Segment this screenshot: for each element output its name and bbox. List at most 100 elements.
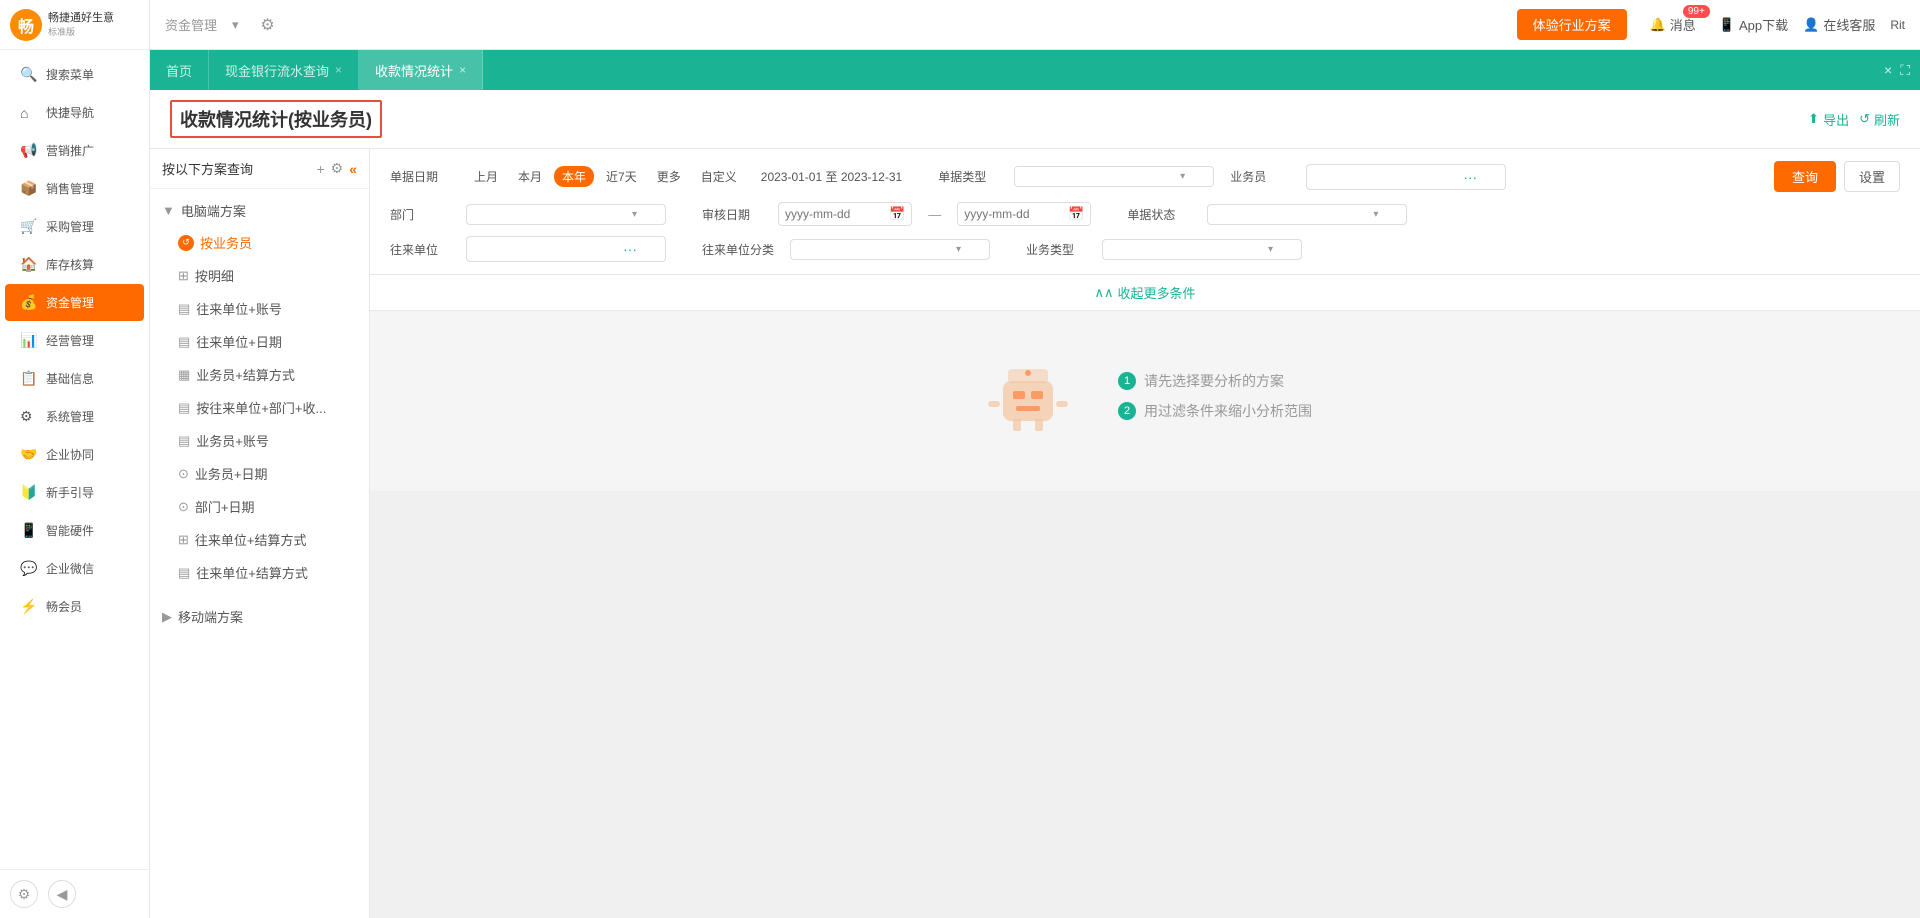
- plan-item-partner-method1-label: 往来单位+结算方式: [195, 530, 307, 549]
- plan-item-salesperson-date[interactable]: ⊙ 业务员+日期: [150, 457, 369, 490]
- plan-item-by-salesperson[interactable]: ↺ 按业务员: [150, 226, 369, 259]
- calendar-end-icon: 📅: [1068, 206, 1084, 222]
- plan-item-partner-dept[interactable]: ▤ 按往来单位+部门+收...: [150, 391, 369, 424]
- step1-text: 请先选择要分析的方案: [1144, 371, 1284, 391]
- partner-select[interactable]: ···: [466, 236, 666, 262]
- search-icon: 🔍: [20, 66, 38, 83]
- setting-btn[interactable]: 设置: [1844, 161, 1900, 192]
- sidebar-item-vip[interactable]: ⚡ 畅会员: [5, 588, 144, 625]
- audit-date-start-input[interactable]: [785, 207, 885, 221]
- audit-date-end-input[interactable]: [964, 207, 1064, 221]
- sidebar-item-finance[interactable]: 💰 资金管理: [5, 284, 144, 321]
- business-type-select[interactable]: ▾: [1102, 239, 1302, 260]
- date-tab-more[interactable]: 更多: [649, 166, 689, 187]
- filter-row-1: 单据日期 上月 本月 本年 近7天 更多 自定义 2023-01-01 至 20…: [390, 161, 1900, 192]
- partner-dots[interactable]: ···: [623, 241, 637, 257]
- plan-item-partner-date[interactable]: ▤ 往来单位+日期: [150, 325, 369, 358]
- mobile-arrow-icon: ▶: [162, 609, 172, 625]
- sidebar-item-system[interactable]: ⚙ 系统管理: [5, 398, 144, 435]
- sidebar-item-operation[interactable]: 📊 经营管理: [5, 322, 144, 359]
- sidebar-item-sales[interactable]: 📦 销售管理: [5, 170, 144, 207]
- calendar-start-icon: 📅: [889, 206, 905, 222]
- collapse-bar[interactable]: ∧∧ 收起更多条件: [370, 275, 1920, 311]
- logo-badge: 标准版: [48, 25, 114, 38]
- desktop-group-header[interactable]: ▼ 电脑端方案: [150, 195, 369, 226]
- system-icon: ⚙: [20, 408, 38, 425]
- plan-item-partner-account[interactable]: ▤ 往来单位+账号: [150, 292, 369, 325]
- empty-step-2: 2 用过滤条件来缩小分析范围: [1118, 401, 1312, 421]
- sidebar-item-guide[interactable]: 🔰 新手引导: [5, 474, 144, 511]
- audit-date-start[interactable]: 📅: [778, 202, 912, 226]
- maximize-window-btn[interactable]: ⛶: [1900, 62, 1910, 79]
- topbar-gear[interactable]: ⚙: [254, 11, 282, 39]
- collapse-btn[interactable]: ◀: [48, 880, 76, 908]
- plan-settings-btn[interactable]: ⚙: [331, 160, 344, 177]
- sidebar-item-wechat[interactable]: 💬 企业微信: [5, 550, 144, 587]
- date-tab-custom[interactable]: 自定义: [693, 166, 745, 187]
- mobile-group-header[interactable]: ▶ 移动端方案: [150, 601, 369, 632]
- sidebar-item-basic-label: 基础信息: [46, 370, 94, 387]
- dept-select[interactable]: ▾: [466, 204, 666, 225]
- plan-item-salesperson-account[interactable]: ▤ 业务员+账号: [150, 424, 369, 457]
- plan-item-by-detail[interactable]: ⊞ 按明细: [150, 259, 369, 292]
- settings-bottom-btn[interactable]: ⚙: [10, 880, 38, 908]
- date-tab-curr-year[interactable]: 本年: [554, 166, 594, 187]
- app-download-btn[interactable]: 📱 App下载: [1719, 15, 1788, 34]
- sidebar-item-search[interactable]: 🔍 搜索菜单: [5, 56, 144, 93]
- export-btn[interactable]: ⬆ 导出: [1808, 110, 1849, 129]
- partner-category-select[interactable]: ▾: [790, 239, 990, 260]
- sidebar-item-system-label: 系统管理: [46, 408, 94, 425]
- tab-receipt[interactable]: 收款情况统计 ×: [359, 50, 483, 90]
- plan-item-partner-method2[interactable]: ▤ 往来单位+结算方式: [150, 556, 369, 589]
- tab-home[interactable]: 首页: [150, 50, 209, 90]
- sidebar-item-enterprise[interactable]: 🤝 企业协同: [5, 436, 144, 473]
- step2-num: 2: [1118, 402, 1136, 420]
- mobile-group-label: 移动端方案: [178, 607, 243, 626]
- partner-category-label: 往来单位分类: [702, 241, 774, 258]
- doc-status-select[interactable]: ▾: [1207, 204, 1407, 225]
- salesperson-select[interactable]: ···: [1306, 164, 1506, 190]
- tab-bank[interactable]: 现金银行流水查询 ×: [209, 50, 359, 90]
- plan-item-salesperson-account-label: 业务员+账号: [196, 431, 269, 450]
- tab-receipt-close[interactable]: ×: [459, 63, 466, 77]
- plan-item-partner-method1[interactable]: ⊞ 往来单位+结算方式: [150, 523, 369, 556]
- date-tab-prev-month[interactable]: 上月: [466, 166, 506, 187]
- add-plan-btn[interactable]: +: [316, 161, 324, 177]
- filter-area: 单据日期 上月 本月 本年 近7天 更多 自定义 2023-01-01 至 20…: [370, 149, 1920, 275]
- sidebar-item-warehouse[interactable]: 🏠 库存核算: [5, 246, 144, 283]
- plan-item-dept-date[interactable]: ⊙ 部门+日期: [150, 490, 369, 523]
- sidebar-item-quicknav[interactable]: ⌂ 快捷导航: [5, 94, 144, 131]
- page-inner: 按以下方案查询 + ⚙ « ▼ 电脑端方案 ↺ 按业务员: [150, 149, 1920, 918]
- desktop-arrow-icon: ▼: [162, 203, 175, 218]
- breadcrumb-chevron[interactable]: ▾: [232, 17, 239, 33]
- sidebar-item-marketing-label: 营销推广: [46, 142, 94, 159]
- close-window-btn[interactable]: ×: [1884, 62, 1892, 78]
- plan-item-salesperson-method[interactable]: ▦ 业务员+结算方式: [150, 358, 369, 391]
- sidebar-item-purchase[interactable]: 🛒 采购管理: [5, 208, 144, 245]
- query-btn[interactable]: 查询: [1774, 161, 1836, 192]
- sales-icon: 📦: [20, 180, 38, 197]
- audit-date-end[interactable]: 📅: [957, 202, 1091, 226]
- sidebar-item-marketing[interactable]: 📢 营销推广: [5, 132, 144, 169]
- collapse-panel-btn[interactable]: «: [349, 161, 357, 177]
- refresh-btn[interactable]: ↺ 刷新: [1859, 110, 1900, 129]
- tab-bank-close[interactable]: ×: [335, 63, 342, 77]
- page-wrapper: 收款情况统计(按业务员) ⬆ 导出 ↺ 刷新 按以下方案查询 + ⚙: [150, 90, 1920, 918]
- refresh-icon: ↺: [1859, 111, 1870, 127]
- online-service-btn[interactable]: 👤 在线客服: [1803, 15, 1875, 34]
- date-tab-curr-month[interactable]: 本月: [510, 166, 550, 187]
- sidebar-item-hardware[interactable]: 📱 智能硬件: [5, 512, 144, 549]
- enterprise-icon: 🤝: [20, 446, 38, 463]
- notification-btn[interactable]: 🔔 消息 99+: [1642, 11, 1704, 38]
- service-label: 在线客服: [1823, 15, 1875, 34]
- date-tab-last7[interactable]: 近7天: [598, 166, 645, 187]
- sidebar-item-basic[interactable]: 📋 基础信息: [5, 360, 144, 397]
- refresh-label: 刷新: [1874, 110, 1900, 129]
- industry-btn[interactable]: 体验行业方案: [1517, 9, 1627, 40]
- doc-type-select[interactable]: ▾: [1014, 166, 1214, 187]
- breadcrumb-text: 资金管理: [165, 15, 217, 34]
- partner-label: 往来单位: [390, 241, 450, 258]
- salesperson-dots[interactable]: ···: [1463, 169, 1477, 185]
- sidebar-item-quicknav-label: 快捷导航: [46, 104, 94, 121]
- plan-item-partner-dept-label: 按往来单位+部门+收...: [196, 398, 326, 417]
